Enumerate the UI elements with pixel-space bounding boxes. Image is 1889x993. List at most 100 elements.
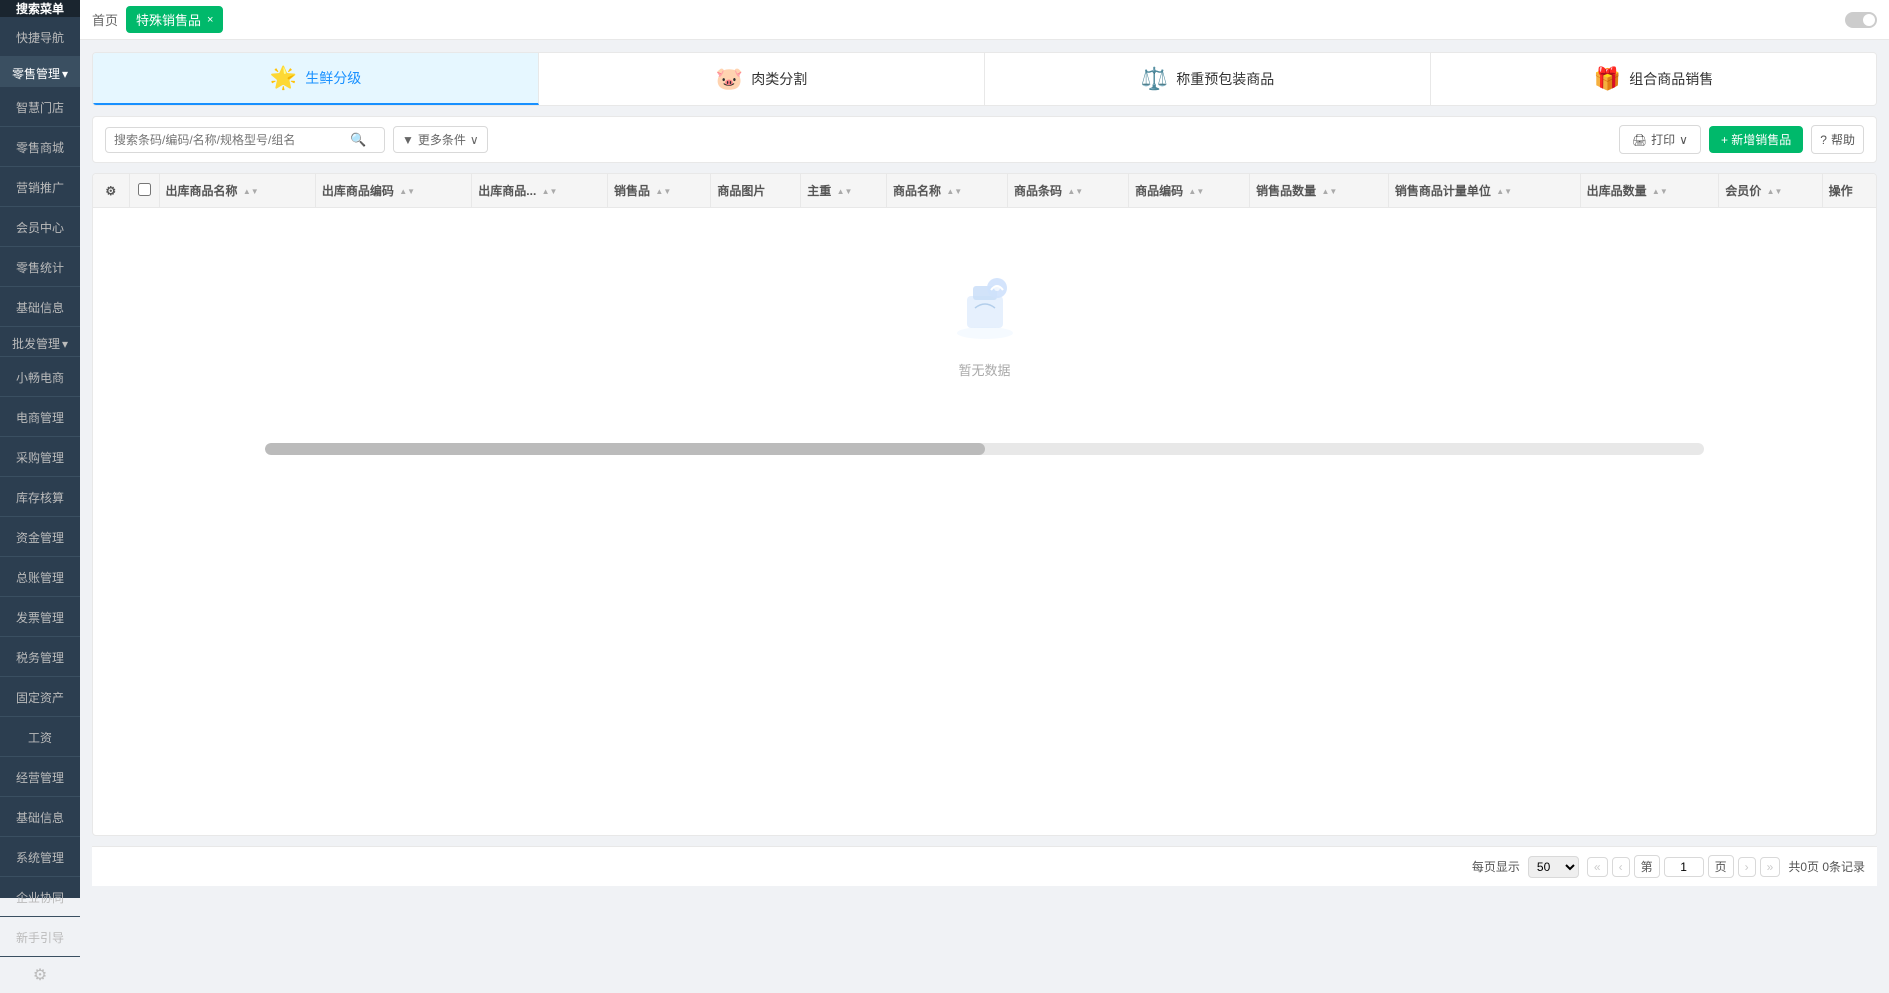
prev-page-button[interactable]: ‹	[1612, 857, 1630, 877]
next-page-button[interactable]: ›	[1738, 857, 1756, 877]
sidebar-item-inventory[interactable]: 库存核算	[0, 477, 80, 517]
sort-arrows-out-name[interactable]: ▲▼	[243, 188, 259, 196]
per-page-label: 每页显示	[1472, 858, 1520, 875]
sidebar-item-enterprise[interactable]: 企业协同	[0, 877, 80, 917]
sidebar-item-purchase[interactable]: 采购管理	[0, 437, 80, 477]
sidebar-item-operations[interactable]: 经营管理	[0, 757, 80, 797]
sort-arrows-out-qty[interactable]: ▲▼	[1652, 188, 1668, 196]
tab-combo-label: 组合商品销售	[1629, 69, 1713, 89]
sidebar-item-wholesale[interactable]: 批发管理 ▾	[0, 327, 80, 357]
sidebar-item-retail-mall[interactable]: 零售商城	[0, 127, 80, 167]
pagination: 每页显示 50 10 20 100 « ‹ 第 页 › » 共0页 0条记录	[92, 846, 1877, 886]
sort-arrows-out-code[interactable]: ▲▼	[399, 188, 415, 196]
sidebar-item-basic-info-1[interactable]: 基础信息	[0, 287, 80, 327]
sidebar-item-smart-store[interactable]: 智慧门店	[0, 87, 80, 127]
sidebar-item-tax[interactable]: 税务管理	[0, 637, 80, 677]
sort-arrows-sale-unit[interactable]: ▲▼	[1496, 188, 1512, 196]
sidebar-item-system[interactable]: 系统管理	[0, 837, 80, 877]
sidebar-item-capital[interactable]: 资金管理	[0, 517, 80, 557]
page-total: 共0页 0条记录	[1788, 858, 1865, 875]
print-icon: 🖨	[1632, 133, 1647, 147]
col-out-item: 出库商品... ▲▼	[472, 174, 608, 208]
per-page-select[interactable]: 50 10 20 100	[1528, 856, 1579, 878]
tab-fresh-label: 生鲜分级	[305, 68, 361, 88]
h-scroll-bar[interactable]	[93, 439, 1876, 459]
sidebar-item-quick-nav[interactable]: 快捷导航	[0, 17, 80, 57]
sort-arrows-barcode[interactable]: ▲▼	[1067, 188, 1083, 196]
col-out-item-label: 出库商品...	[478, 184, 536, 198]
fresh-icon: 🌟	[270, 65, 297, 91]
empty-text: 暂无数据	[958, 360, 1010, 379]
filter-arrow-icon: ∨	[470, 133, 479, 147]
last-page-button[interactable]: »	[1760, 857, 1781, 877]
sort-arrows-weight[interactable]: ▲▼	[837, 188, 853, 196]
sidebar-item-salary[interactable]: 工资	[0, 717, 80, 757]
search-box[interactable]: 🔍	[105, 127, 385, 153]
filter-label: 更多条件	[418, 131, 466, 148]
col-action: 操作	[1822, 174, 1876, 208]
filter-icon: ▼	[402, 133, 414, 147]
search-input[interactable]	[114, 133, 344, 147]
sidebar: 搜索菜单 快捷导航 零售管理 ▾ 智慧门店 零售商城 营销推广 会员中心 零售统…	[0, 0, 80, 898]
first-page-button[interactable]: «	[1587, 857, 1608, 877]
col-name: 商品名称 ▲▼	[886, 174, 1007, 208]
page-input[interactable]	[1664, 857, 1704, 877]
print-button[interactable]: 🖨 打印 ∨	[1619, 125, 1701, 154]
sidebar-item-retail-stats[interactable]: 零售统计	[0, 247, 80, 287]
tab-weight-label: 称重预包装商品	[1176, 69, 1274, 89]
sidebar-item-marketing[interactable]: 营销推广	[0, 167, 80, 207]
col-sku: 商品编码 ▲▼	[1129, 174, 1250, 208]
col-out-qty: 出库品数量 ▲▼	[1580, 174, 1719, 208]
weight-icon: ⚖️	[1141, 66, 1168, 92]
sort-arrows-sale-qty[interactable]: ▲▼	[1321, 188, 1337, 196]
col-img: 商品图片	[711, 174, 801, 208]
col-sale-item: 销售品 ▲▼	[608, 174, 711, 208]
filter-button[interactable]: ▼ 更多条件 ∨	[393, 126, 488, 153]
sort-arrows-sale-item[interactable]: ▲▼	[655, 188, 671, 196]
tab-combo[interactable]: 🎁 组合商品销售	[1431, 53, 1876, 105]
tab-fresh[interactable]: 🌟 生鲜分级	[93, 53, 539, 105]
new-sale-button[interactable]: + 新增销售品	[1709, 126, 1803, 153]
settings-icon[interactable]: ⚙	[0, 957, 80, 993]
sort-arrows-sku[interactable]: ▲▼	[1188, 188, 1204, 196]
meat-icon: 🐷	[716, 66, 743, 92]
sidebar-item-newbie[interactable]: 新手引导	[0, 917, 80, 957]
select-all-checkbox[interactable]	[138, 183, 151, 196]
table-wrap: ⚙ 出库商品名称 ▲▼ 出库商品编码 ▲▼ 出库	[92, 173, 1877, 836]
active-tab-label: 特殊销售品	[136, 10, 201, 29]
sidebar-item-ecommerce-small[interactable]: 小畅电商	[0, 357, 80, 397]
content-area: 🌟 生鲜分级 🐷 肉类分割 ⚖️ 称重预包装商品 🎁 组合商品销售 🔍	[80, 40, 1889, 898]
col-barcode: 商品条码 ▲▼	[1008, 174, 1129, 208]
col-sale-item-label: 销售品	[614, 184, 650, 198]
empty-illustration	[945, 268, 1025, 348]
help-button[interactable]: ? 帮助	[1811, 125, 1864, 154]
sidebar-item-invoice[interactable]: 发票管理	[0, 597, 80, 637]
col-checkbox[interactable]	[129, 174, 159, 208]
col-weight: 主重 ▲▼	[801, 174, 887, 208]
close-tab-icon[interactable]: ×	[207, 14, 213, 26]
sidebar-logo[interactable]: 搜索菜单	[0, 0, 80, 17]
col-sale-unit: 销售商品计量单位 ▲▼	[1388, 174, 1580, 208]
sidebar-item-ledger[interactable]: 总账管理	[0, 557, 80, 597]
tab-weight[interactable]: ⚖️ 称重预包装商品	[985, 53, 1431, 105]
sidebar-item-basic-info-2[interactable]: 基础信息	[0, 797, 80, 837]
sidebar-item-member[interactable]: 会员中心	[0, 207, 80, 247]
home-breadcrumb[interactable]: 首页	[92, 10, 118, 29]
toggle-switch[interactable]	[1845, 12, 1877, 28]
sidebar-item-fixed-assets[interactable]: 固定资产	[0, 677, 80, 717]
active-tab[interactable]: 特殊销售品 ×	[126, 6, 223, 33]
tab-meat-label: 肉类分割	[751, 69, 807, 89]
sidebar-item-ecommerce-mgmt[interactable]: 电商管理	[0, 397, 80, 437]
sidebar-item-retail[interactable]: 零售管理 ▾	[0, 57, 80, 87]
category-tabs: 🌟 生鲜分级 🐷 肉类分割 ⚖️ 称重预包装商品 🎁 组合商品销售	[92, 52, 1877, 106]
col-sale-qty: 销售品数量 ▲▼	[1250, 174, 1389, 208]
tab-meat[interactable]: 🐷 肉类分割	[539, 53, 985, 105]
col-out-name-label: 出库商品名称	[166, 184, 238, 198]
sort-arrows-name[interactable]: ▲▼	[946, 188, 962, 196]
col-out-name: 出库商品名称 ▲▼	[159, 174, 315, 208]
sort-arrows-member-price[interactable]: ▲▼	[1767, 188, 1783, 196]
sort-arrows-out-item[interactable]: ▲▼	[542, 188, 558, 196]
search-icon[interactable]: 🔍	[350, 132, 366, 148]
col-settings[interactable]: ⚙	[93, 174, 129, 208]
col-out-code: 出库商品编码 ▲▼	[315, 174, 471, 208]
